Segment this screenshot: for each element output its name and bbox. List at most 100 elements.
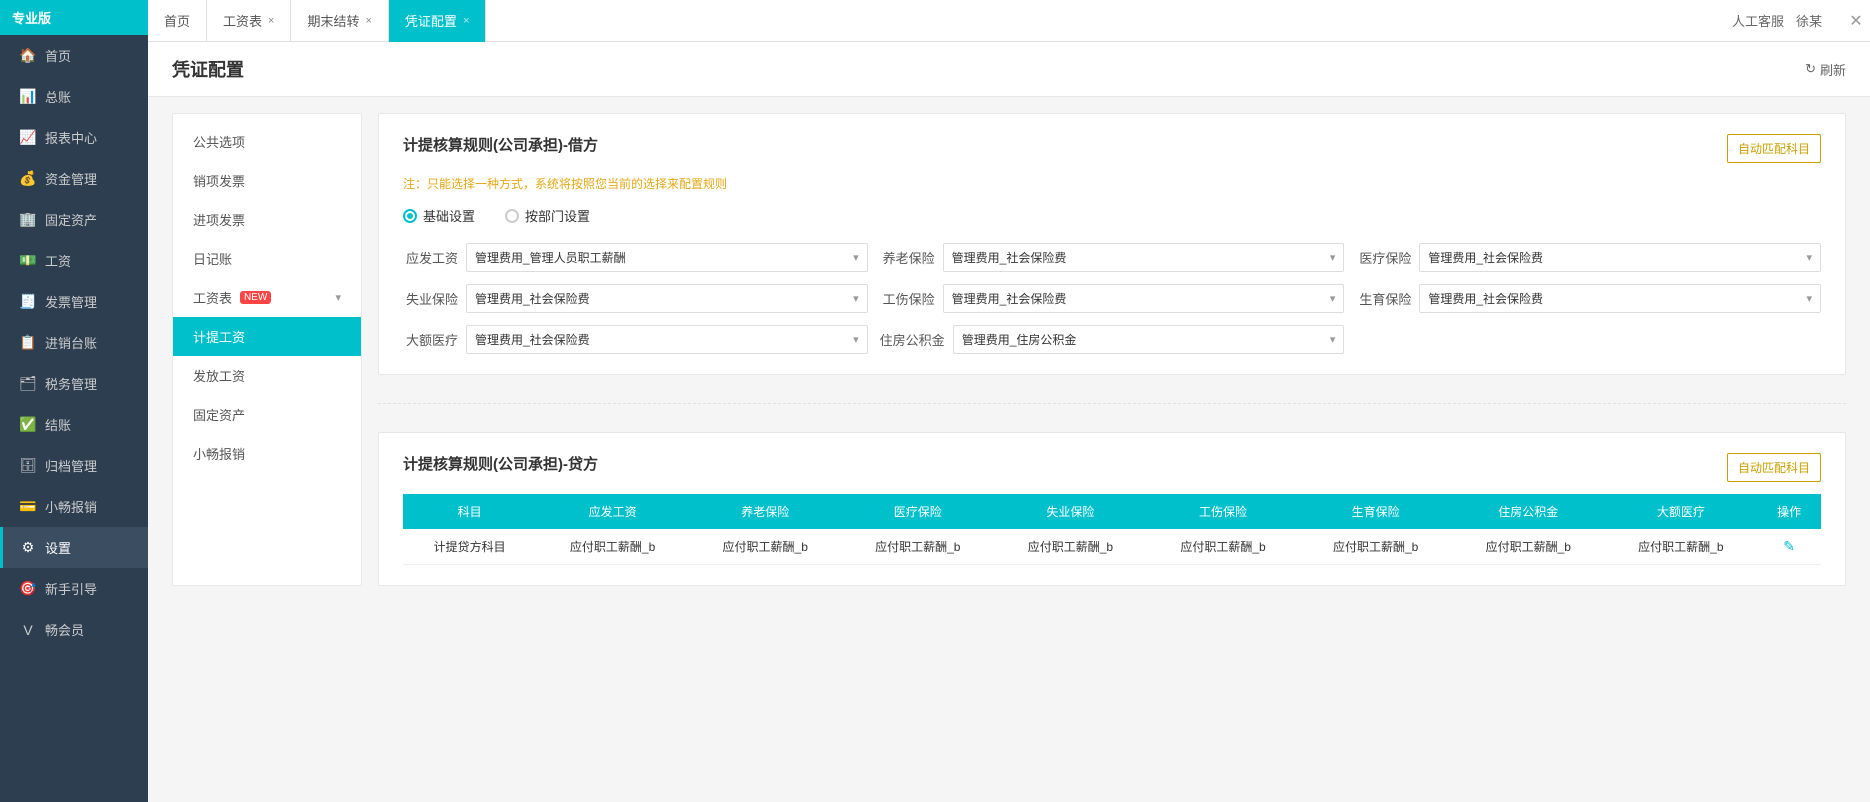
housing-fund-select[interactable]: 管理费用_住房公积金 ▾	[953, 325, 1345, 354]
page-title: 凭证配置	[172, 56, 244, 82]
field-maternity: 生育保险 管理费用_社会保险费 ▾	[1356, 284, 1821, 313]
sidebar-item-salary[interactable]: 💵 工资	[0, 240, 148, 281]
radio-basic-settings[interactable]: 基础设置	[403, 206, 475, 225]
td-action[interactable]: ✎	[1757, 529, 1821, 565]
td-workinjury-val: 应付职工薪酬_b	[1147, 529, 1300, 565]
major-medical-label: 大额医疗	[403, 330, 458, 349]
nav-item-journal[interactable]: 日记账	[173, 239, 361, 278]
sidebar-item-report-center[interactable]: 📈 报表中心	[0, 117, 148, 158]
nav-item-public-label: 公共选项	[193, 132, 245, 151]
major-medical-select[interactable]: 管理费用_社会保险费 ▾	[466, 325, 868, 354]
maternity-value: 管理费用_社会保险费	[1428, 290, 1543, 307]
th-maternity: 生育保险	[1299, 494, 1452, 529]
credit-rules-table: 科目 应发工资 养老保险 医疗保险 失业保险 工伤保险 生育保险 住房公积金 大…	[403, 494, 1821, 565]
radio-dept-settings[interactable]: 按部门设置	[505, 206, 590, 225]
tab-home[interactable]: 首页	[148, 0, 207, 42]
sidebar-item-home[interactable]: 🏠 首页	[0, 35, 148, 76]
page-header: 凭证配置 ↻ 刷新	[148, 42, 1870, 97]
debit-rules-header-row: 计提核算规则(公司承担)-借方 自动匹配科目	[403, 134, 1821, 163]
sidebar-item-settings[interactable]: ⚙ 设置	[0, 527, 148, 568]
pension-select[interactable]: 管理费用_社会保险费 ▾	[943, 243, 1345, 272]
td-gross-val: 应付职工薪酬_b	[536, 529, 689, 565]
new-badge: NEW	[240, 291, 271, 304]
chevron-down-icon-6: ▾	[1806, 292, 1812, 305]
tab-voucher-config[interactable]: 凭证配置 ×	[389, 0, 486, 42]
user-service-label: 人工客服	[1732, 11, 1784, 30]
sidebar-item-vip[interactable]: V 畅会员	[0, 609, 148, 650]
nav-item-fixed-assets-left-label: 固定资产	[193, 405, 245, 424]
nav-item-pay-salary[interactable]: 发放工资	[173, 356, 361, 395]
sidebar-item-invoice-mgmt[interactable]: 🧾 发票管理	[0, 281, 148, 322]
window-close-button[interactable]: ✕	[1842, 7, 1870, 35]
td-pension-val: 应付职工薪酬_b	[689, 529, 842, 565]
closing-icon: ✅	[19, 416, 37, 433]
refresh-button[interactable]: ↻ 刷新	[1805, 60, 1846, 79]
unemployment-select[interactable]: 管理费用_社会保险费 ▾	[466, 284, 868, 313]
nav-item-fixed-assets-left[interactable]: 固定资产	[173, 395, 361, 434]
field-gross-salary: 应发工资 管理费用_管理人员职工薪酬 ▾	[403, 243, 868, 272]
radio-basic-label: 基础设置	[423, 206, 475, 225]
pension-value: 管理费用_社会保险费	[952, 249, 1067, 266]
credit-rules-header-row: 计提核算规则(公司承担)-贷方 自动匹配科目	[403, 453, 1821, 482]
th-subject: 科目	[403, 494, 536, 529]
sidebar-item-general-ledger[interactable]: 📊 总账	[0, 76, 148, 117]
nav-item-payroll-label: 工资表	[193, 288, 232, 307]
tab-salary-table[interactable]: 工资表 ×	[207, 0, 291, 42]
sidebar-item-expense[interactable]: 💳 小畅报销	[0, 486, 148, 527]
sidebar-item-report-center-label: 报表中心	[45, 128, 97, 147]
right-content: 计提核算规则(公司承担)-借方 自动匹配科目 注：只能选择一种方式，系统将按照您…	[378, 113, 1846, 586]
nav-item-sales-invoice[interactable]: 销项发票	[173, 161, 361, 200]
maternity-label: 生育保险	[1356, 289, 1411, 308]
sidebar-scroll: 🏠 首页 📊 总账 📈 报表中心 💰 资金管理 🏢 固定资产 💵 工资 🧾 发票…	[0, 35, 148, 802]
sidebar-item-archive[interactable]: 🗄 归档管理	[0, 445, 148, 486]
nav-item-public[interactable]: 公共选项	[173, 122, 361, 161]
gross-salary-select[interactable]: 管理费用_管理人员职工薪酬 ▾	[466, 243, 868, 272]
topbar-right: 人工客服 徐某	[1732, 11, 1842, 30]
tab-voucher-config-label: 凭证配置	[405, 11, 457, 30]
major-medical-value: 管理费用_社会保险费	[475, 331, 590, 348]
settings-icon: ⚙	[19, 539, 37, 556]
chevron-down-icon-8: ▾	[1330, 333, 1336, 346]
maternity-select[interactable]: 管理费用_社会保险费 ▾	[1419, 284, 1821, 313]
auto-match-debit-button[interactable]: 自动匹配科目	[1727, 134, 1821, 163]
sidebar-item-purchase-sales[interactable]: 📋 进销台账	[0, 322, 148, 363]
topbar: 首页 工资表 × 期末结转 × 凭证配置 × 人工客服 徐某 ✕	[148, 0, 1870, 42]
nav-item-purchase-invoice[interactable]: 进项发票	[173, 200, 361, 239]
tab-period-closing[interactable]: 期末结转 ×	[291, 0, 388, 42]
nav-item-accrual-salary[interactable]: 计提工资	[173, 317, 361, 356]
field-pension: 养老保险 管理费用_社会保险费 ▾	[880, 243, 1345, 272]
sidebar-item-invoice-mgmt-label: 发票管理	[45, 292, 97, 311]
nav-item-journal-label: 日记账	[193, 249, 232, 268]
td-housing-val: 应付职工薪酬_b	[1452, 529, 1605, 565]
th-major-medical: 大额医疗	[1605, 494, 1758, 529]
radio-dept-icon	[505, 209, 519, 223]
sidebar-item-vip-label: 畅会员	[45, 620, 84, 639]
sidebar-item-fixed-assets[interactable]: 🏢 固定资产	[0, 199, 148, 240]
sidebar-item-expense-label: 小畅报销	[45, 497, 97, 516]
sidebar-item-purchase-sales-label: 进销台账	[45, 333, 97, 352]
tab-period-closing-close[interactable]: ×	[365, 15, 371, 27]
debit-form-row-1: 应发工资 管理费用_管理人员职工薪酬 ▾ 养老保险 管理费用_社会保险费	[403, 243, 1821, 272]
sidebar-item-fund-mgmt[interactable]: 💰 资金管理	[0, 158, 148, 199]
sidebar-item-guide-label: 新手引导	[45, 579, 97, 598]
field-workinjury: 工伤保险 管理费用_社会保险费 ▾	[880, 284, 1345, 313]
home-icon: 🏠	[19, 47, 37, 64]
tab-salary-table-label: 工资表	[223, 11, 262, 30]
sidebar-item-home-label: 首页	[45, 46, 71, 65]
nav-item-payroll[interactable]: 工资表 NEW ▾	[173, 278, 361, 317]
radio-basic-icon	[403, 209, 417, 223]
credit-rules-title: 计提核算规则(公司承担)-贷方	[403, 453, 598, 474]
nav-item-expense-left[interactable]: 小畅报销	[173, 434, 361, 473]
debit-rules-section: 计提核算规则(公司承担)-借方 自动匹配科目 注：只能选择一种方式，系统将按照您…	[378, 113, 1846, 375]
sidebar-item-closing[interactable]: ✅ 结账	[0, 404, 148, 445]
workinjury-select[interactable]: 管理费用_社会保险费 ▾	[943, 284, 1345, 313]
debit-form-row-3: 大额医疗 管理费用_社会保险费 ▾ 住房公积金 管理费用_住房公积金	[403, 325, 1821, 354]
edit-icon[interactable]: ✎	[1783, 538, 1795, 554]
auto-match-credit-button[interactable]: 自动匹配科目	[1727, 453, 1821, 482]
th-workinjury: 工伤保险	[1147, 494, 1300, 529]
medical-select[interactable]: 管理费用_社会保险费 ▾	[1419, 243, 1821, 272]
tab-salary-table-close[interactable]: ×	[268, 15, 274, 27]
sidebar-item-tax-mgmt[interactable]: 🗂 税务管理	[0, 363, 148, 404]
sidebar-item-guide[interactable]: 🎯 新手引导	[0, 568, 148, 609]
tab-voucher-config-close[interactable]: ×	[463, 15, 469, 27]
